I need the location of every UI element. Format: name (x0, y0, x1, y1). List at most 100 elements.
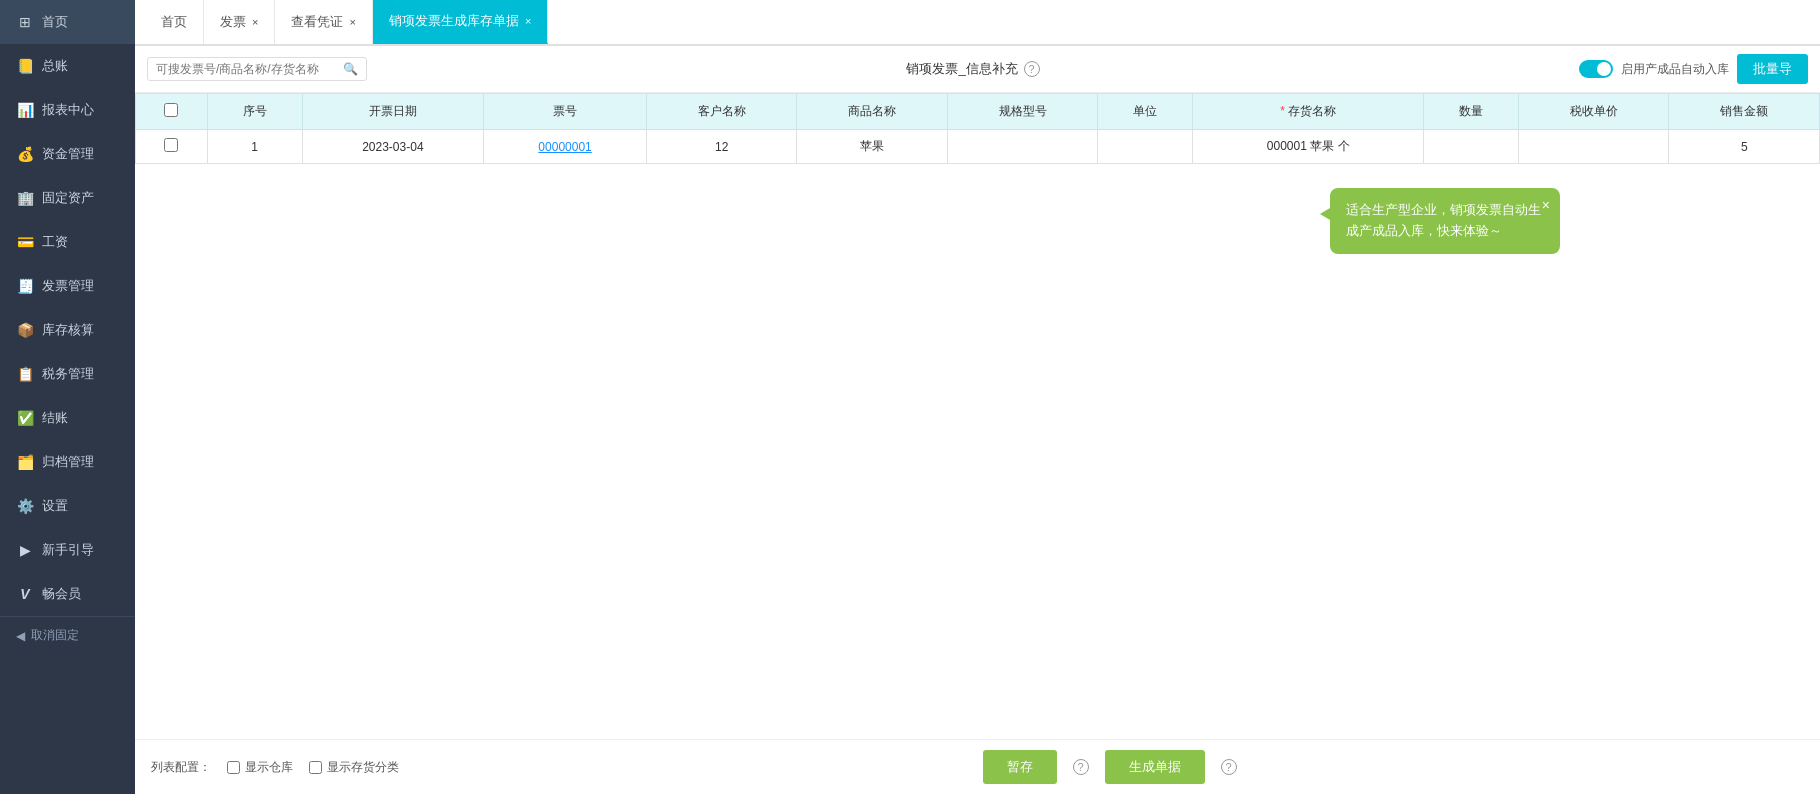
generate-button[interactable]: 生成单据 (1105, 750, 1205, 784)
list-config-label: 列表配置： (151, 759, 211, 776)
guide-icon: ▶ (16, 542, 34, 558)
row-unit-price (1518, 130, 1668, 164)
row-quantity (1424, 130, 1519, 164)
col-checkbox (136, 94, 208, 130)
sidebar-item-settle[interactable]: ✅ 结账 (0, 396, 135, 440)
auto-warehouse-toggle[interactable] (1579, 60, 1613, 78)
toolbar-right: 启用产成品自动入库 批量导 (1579, 54, 1808, 84)
select-all-checkbox[interactable] (164, 103, 178, 117)
tab-sales-close[interactable]: × (525, 15, 531, 27)
settings-icon: ⚙️ (16, 498, 34, 514)
show-warehouse-label: 显示仓库 (245, 759, 293, 776)
search-box[interactable]: 🔍 (147, 57, 367, 81)
sidebar-item-label: 税务管理 (42, 365, 94, 383)
sidebar-item-settings[interactable]: ⚙️ 设置 (0, 484, 135, 528)
row-ticket-no[interactable]: 00000001 (484, 130, 647, 164)
sidebar-item-tax[interactable]: 📋 税务管理 (0, 352, 135, 396)
batch-button[interactable]: 批量导 (1737, 54, 1808, 84)
row-date: 2023-03-04 (302, 130, 483, 164)
row-spec (947, 130, 1097, 164)
tab-voucher[interactable]: 查看凭证 × (275, 0, 372, 44)
tab-invoice[interactable]: 发票 × (204, 0, 275, 44)
sidebar-item-label: 归档管理 (42, 453, 94, 471)
tax-icon: 📋 (16, 366, 34, 382)
col-quantity: 数量 (1424, 94, 1519, 130)
col-spec: 规格型号 (947, 94, 1097, 130)
save-button[interactable]: 暂存 (983, 750, 1057, 784)
tab-sales[interactable]: 销项发票生成库存单据 × (373, 0, 548, 44)
show-category-checkbox-label[interactable]: 显示存货分类 (309, 759, 399, 776)
save-help-icon[interactable]: ? (1073, 759, 1089, 775)
col-unit: 单位 (1098, 94, 1193, 130)
search-icon: 🔍 (343, 62, 358, 76)
sidebar: ⊞ 首页 📒 总账 📊 报表中心 💰 资金管理 🏢 固定资产 💳 工资 🧾 发票… (0, 0, 135, 794)
generate-help-icon[interactable]: ? (1221, 759, 1237, 775)
sidebar-item-label: 新手引导 (42, 541, 94, 559)
sidebar-item-label: 发票管理 (42, 277, 94, 295)
show-warehouse-checkbox[interactable] (227, 761, 240, 774)
archive-icon: 🗂️ (16, 454, 34, 470)
col-product: 商品名称 (797, 94, 947, 130)
col-date: 开票日期 (302, 94, 483, 130)
invoice-icon: 🧾 (16, 278, 34, 294)
row-checkbox[interactable] (164, 138, 178, 152)
settle-icon: ✅ (16, 410, 34, 426)
undo-icon: ◀ (16, 629, 25, 643)
table-row: 1 2023-03-04 00000001 12 苹果 000001 苹果 个 … (136, 130, 1820, 164)
tooltip-text: 适合生产型企业，销项发票自动生成产成品入库，快来体验～ (1346, 202, 1541, 238)
main-area: 首页 发票 × 查看凭证 × 销项发票生成库存单据 × 🔍 销项发票_信息补充 … (135, 0, 1820, 794)
tab-home-label: 首页 (161, 13, 187, 31)
sidebar-item-invoice[interactable]: 🧾 发票管理 (0, 264, 135, 308)
col-seq: 序号 (207, 94, 302, 130)
sidebar-item-payroll[interactable]: 💳 工资 (0, 220, 135, 264)
tab-invoice-label: 发票 (220, 13, 246, 31)
sidebar-item-fund[interactable]: 💰 资金管理 (0, 132, 135, 176)
data-table: 序号 开票日期 票号 客户名称 商品名称 规格型号 单位 存货名称 数量 税收单… (135, 93, 1820, 164)
sidebar-item-guide[interactable]: ▶ 新手引导 (0, 528, 135, 572)
show-warehouse-checkbox-label[interactable]: 显示仓库 (227, 759, 293, 776)
sidebar-item-member[interactable]: V 畅会员 (0, 572, 135, 616)
tab-home[interactable]: 首页 (145, 0, 204, 44)
home-icon: ⊞ (16, 14, 34, 30)
undo-label: 取消固定 (31, 627, 79, 644)
sidebar-item-inventory[interactable]: 📦 库存核算 (0, 308, 135, 352)
sidebar-item-label: 结账 (42, 409, 68, 427)
toggle-label: 启用产成品自动入库 (1621, 61, 1729, 78)
row-unit (1098, 130, 1193, 164)
asset-icon: 🏢 (16, 190, 34, 206)
sidebar-item-ledger[interactable]: 📒 总账 (0, 44, 135, 88)
col-unit-price: 税收单价 (1518, 94, 1668, 130)
tab-voucher-close[interactable]: × (349, 16, 355, 28)
sidebar-item-home[interactable]: ⊞ 首页 (0, 0, 135, 44)
sidebar-item-report[interactable]: 📊 报表中心 (0, 88, 135, 132)
sidebar-item-label: 畅会员 (42, 585, 81, 603)
sales-info-label: 销项发票_信息补充 (906, 60, 1017, 78)
sidebar-item-archive[interactable]: 🗂️ 归档管理 (0, 440, 135, 484)
row-seq: 1 (207, 130, 302, 164)
sidebar-item-label: 报表中心 (42, 101, 94, 119)
bottom-bar: 列表配置： 显示仓库 显示存货分类 暂存 ? 生成单据 ? (135, 739, 1820, 794)
sidebar-item-label: 资金管理 (42, 145, 94, 163)
search-input[interactable] (156, 62, 337, 76)
tab-bar: 首页 发票 × 查看凭证 × 销项发票生成库存单据 × (135, 0, 1820, 46)
tab-invoice-close[interactable]: × (252, 16, 258, 28)
sales-info-help-icon[interactable]: ? (1024, 61, 1040, 77)
tab-voucher-label: 查看凭证 (291, 13, 343, 31)
sidebar-item-label: 工资 (42, 233, 68, 251)
toolbar-mid: 销项发票_信息补充 ? (377, 60, 1569, 78)
toolbar: 🔍 销项发票_信息补充 ? 启用产成品自动入库 批量导 (135, 46, 1820, 93)
row-amount: 5 (1669, 130, 1820, 164)
tooltip-bubble: × 适合生产型企业，销项发票自动生成产成品入库，快来体验～ (1330, 188, 1560, 254)
col-amount: 销售金额 (1669, 94, 1820, 130)
inventory-icon: 📦 (16, 322, 34, 338)
col-inventory: 存货名称 (1193, 94, 1424, 130)
tooltip-close-button[interactable]: × (1542, 194, 1550, 216)
sidebar-undo-button[interactable]: ◀ 取消固定 (0, 616, 135, 654)
sidebar-item-label: 设置 (42, 497, 68, 515)
bottom-bar-mid: 暂存 ? 生成单据 ? (415, 750, 1804, 784)
show-category-checkbox[interactable] (309, 761, 322, 774)
sidebar-item-label: 总账 (42, 57, 68, 75)
member-icon: V (16, 586, 34, 602)
sidebar-item-asset[interactable]: 🏢 固定资产 (0, 176, 135, 220)
report-icon: 📊 (16, 102, 34, 118)
